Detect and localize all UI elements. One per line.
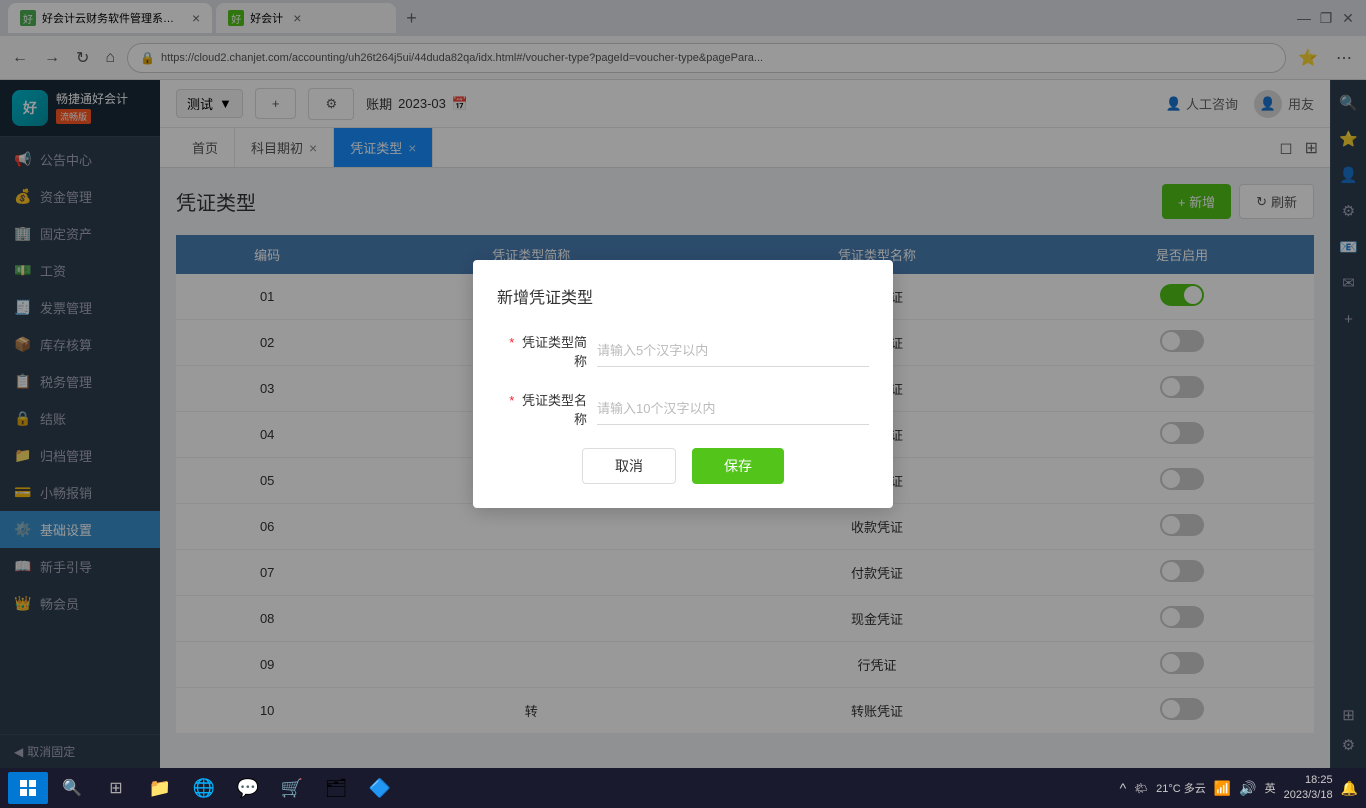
start-button[interactable]: [8, 772, 48, 804]
abbr-label-text: 凭证类型简称: [522, 335, 587, 369]
taskbar-explorer[interactable]: 📁: [140, 772, 180, 804]
explorer-icon: 📁: [149, 778, 171, 799]
taskbar-clock[interactable]: 18:25 2023/3/18: [1284, 773, 1333, 804]
taskbar-right: ^ 🌤 21°C 多云 📶 🔊 英 18:25 2023/3/18 🔔: [1120, 773, 1358, 804]
name-label-text: 凭证类型名称: [522, 393, 587, 427]
taskbar-edge[interactable]: 🔷: [360, 772, 400, 804]
form-row-abbr: * 凭证类型简称: [497, 332, 869, 370]
chrome-icon: 🌐: [193, 778, 215, 799]
abbr-label: * 凭证类型简称: [497, 332, 597, 370]
task-view-icon: ⊞: [109, 778, 122, 798]
taskbar-weather: 🌤: [1134, 782, 1148, 795]
taskbar-time-display: 18:25: [1284, 773, 1333, 788]
name-label: * 凭证类型名称: [497, 390, 597, 428]
taskbar-weather-text: 21°C 多云: [1156, 780, 1206, 796]
taskbar-store[interactable]: 🛒: [272, 772, 312, 804]
taskbar-chevron-icon[interactable]: ^: [1120, 780, 1127, 796]
taskbar-sound-icon[interactable]: 🔊: [1239, 780, 1256, 797]
cancel-button[interactable]: 取消: [582, 448, 676, 484]
files-icon: 🗂: [325, 778, 348, 799]
name-input[interactable]: [597, 393, 869, 425]
modal-footer: 取消 保存: [497, 448, 869, 484]
taskbar-notification-icon[interactable]: 🔔: [1341, 780, 1358, 797]
save-button[interactable]: 保存: [692, 448, 784, 484]
taskbar-chrome[interactable]: 🌐: [184, 772, 224, 804]
modal-overlay: 新增凭证类型 * 凭证类型简称 * 凭证类型名称 取消 保存: [0, 0, 1366, 768]
modal-title: 新增凭证类型: [497, 284, 869, 308]
required-star-name: *: [509, 393, 514, 408]
taskbar-search-icon: 🔍: [62, 778, 82, 798]
taskbar-network-icon[interactable]: 📶: [1214, 780, 1231, 797]
wechat-icon: 💬: [237, 778, 259, 799]
taskbar-wechat[interactable]: 💬: [228, 772, 268, 804]
taskbar: 🔍 ⊞ 📁 🌐 💬 🛒 🗂 🔷 ^ 🌤 21°C 多云 📶 🔊 英 18:25 …: [0, 768, 1366, 808]
abbr-input[interactable]: [597, 335, 869, 367]
edge-icon: 🔷: [369, 778, 391, 799]
taskbar-task-view[interactable]: ⊞: [96, 772, 136, 804]
taskbar-lang: 英: [1265, 780, 1276, 796]
taskbar-files[interactable]: 🗂: [316, 772, 356, 804]
required-star-abbr: *: [509, 335, 514, 350]
form-row-name: * 凭证类型名称: [497, 390, 869, 428]
add-voucher-modal: 新增凭证类型 * 凭证类型简称 * 凭证类型名称 取消 保存: [473, 260, 893, 508]
taskbar-date-display: 2023/3/18: [1284, 788, 1333, 803]
store-icon: 🛒: [281, 778, 303, 799]
taskbar-search[interactable]: 🔍: [52, 772, 92, 804]
